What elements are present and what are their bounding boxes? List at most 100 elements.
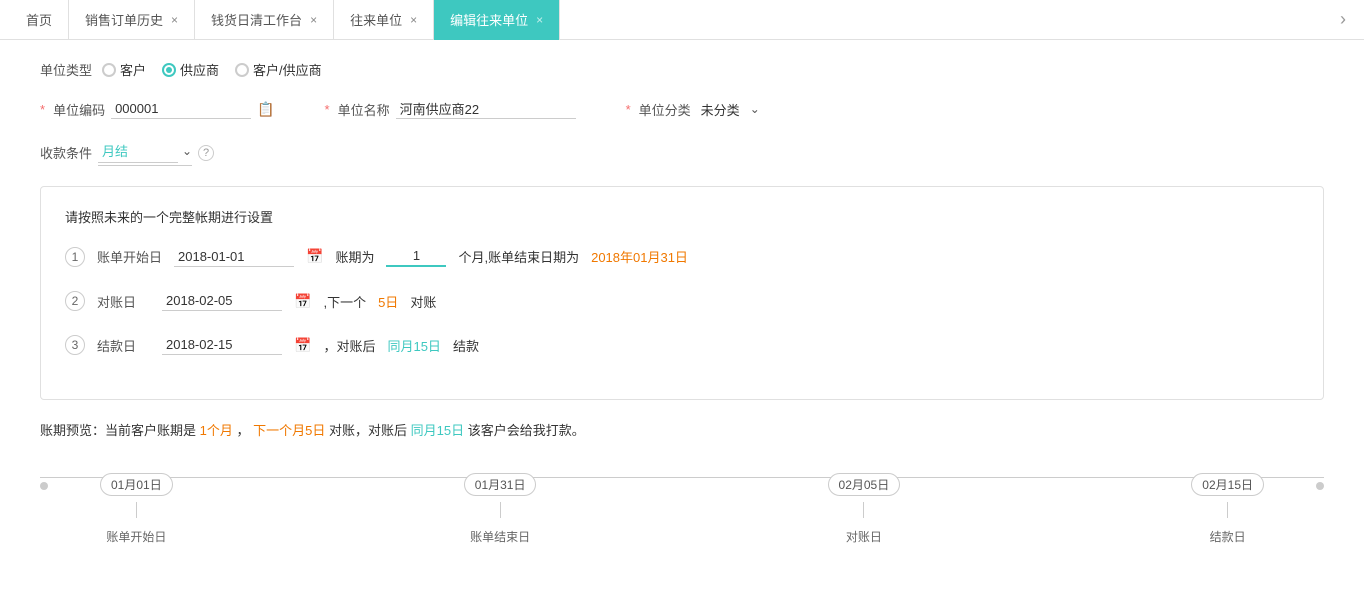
- main-content: 单位类型 客户 供应商 客户/供应商 * 单位编码 📋 *: [0, 40, 1364, 608]
- step-2-calendar-icon[interactable]: 📅: [294, 293, 311, 310]
- unit-info-row: * 单位编码 📋 * 单位名称 * 单位分类 未分类 ⌄: [40, 99, 1324, 119]
- unit-name-star: *: [325, 102, 330, 117]
- payment-terms-value[interactable]: 月结: [98, 139, 178, 163]
- timeline-item-2: 01月31日 账单结束日: [464, 473, 537, 545]
- copy-icon[interactable]: 📋: [257, 101, 274, 118]
- timeline-item-3: 02月05日 对账日: [828, 473, 901, 545]
- step-1-label: 账单开始日: [97, 247, 162, 266]
- timeline-badge-3: 02月05日: [828, 473, 901, 496]
- unit-name-input[interactable]: [396, 99, 576, 119]
- help-icon[interactable]: ?: [198, 145, 214, 161]
- radio-circle-customer: [102, 63, 116, 77]
- unit-code-label: 单位编码: [53, 100, 105, 119]
- tab-bar: 首页 销售订单历史 × 钱货日清工作台 × 往来单位 × 编辑往来单位 × ›: [0, 0, 1364, 40]
- tab-sales-order-history[interactable]: 销售订单历史 ×: [69, 0, 195, 40]
- step-2-num: 2: [65, 291, 85, 311]
- timeline-items: 01月01日 账单开始日 01月31日 账单结束日 02月05日 对账日 02月…: [40, 473, 1324, 545]
- radio-customer[interactable]: 客户: [102, 60, 146, 79]
- tab-home[interactable]: 首页: [10, 0, 69, 40]
- step-1-calendar-icon[interactable]: 📅: [306, 248, 323, 265]
- close-tab-partner[interactable]: ×: [410, 13, 417, 27]
- preview-sep1: ，: [237, 423, 250, 438]
- timeline-end-dot: [1316, 482, 1324, 490]
- timeline-sub-1: 账单开始日: [106, 528, 166, 545]
- step-2-desc-suffix: 对账: [410, 292, 436, 311]
- step-3-date-input[interactable]: [162, 335, 282, 355]
- timeline-sub-3: 对账日: [846, 528, 882, 545]
- unit-type-field: 单位类型: [40, 60, 92, 79]
- tab-cash-ledger[interactable]: 钱货日清工作台 ×: [195, 0, 334, 40]
- unit-name-label: 单位名称: [338, 100, 390, 119]
- timeline-badge-1: 01月01日: [100, 473, 173, 496]
- step-1-row: 1 账单开始日 📅 账期为 个月,账单结束日期为 2018年01月31日: [65, 246, 1299, 267]
- step-3-desc-suffix: 结款: [453, 336, 479, 355]
- timeline-tick-1: [136, 502, 137, 518]
- unit-category-value: 未分类: [701, 100, 740, 119]
- timeline-start-dot: [40, 482, 48, 490]
- radio-both[interactable]: 客户/供应商: [235, 60, 322, 79]
- unit-type-label: 单位类型: [40, 60, 92, 79]
- payment-terms-chevron[interactable]: ⌄: [182, 144, 192, 158]
- unit-category-star: *: [626, 102, 631, 117]
- step-1-end-date: 2018年01月31日: [591, 247, 688, 266]
- preview-suffix: 该客户会给我打款。: [468, 423, 585, 438]
- unit-category-field: * 单位分类 未分类 ⌄: [626, 100, 760, 119]
- preview-part3: 同月15日: [411, 423, 464, 438]
- step-1-month-input[interactable]: [386, 246, 446, 267]
- timeline-item-1: 01月01日 账单开始日: [100, 473, 173, 545]
- step-3-label: 结款日: [97, 336, 136, 355]
- close-tab-cash[interactable]: ×: [310, 13, 317, 27]
- timeline-sub-4: 结款日: [1210, 528, 1246, 545]
- tab-partner-units[interactable]: 往来单位 ×: [334, 0, 434, 40]
- unit-category-label: 单位分类: [639, 100, 691, 119]
- timeline-tick-4: [1227, 502, 1228, 518]
- tab-edit-partner[interactable]: 编辑往来单位 ×: [434, 0, 560, 40]
- timeline-tick-2: [500, 502, 501, 518]
- unit-type-row: 单位类型 客户 供应商 客户/供应商: [40, 60, 1324, 79]
- timeline: 01月01日 账单开始日 01月31日 账单结束日 02月05日 对账日 02月…: [40, 463, 1324, 575]
- unit-category-chevron[interactable]: ⌄: [750, 102, 760, 116]
- radio-supplier[interactable]: 供应商: [162, 60, 219, 79]
- step-3-row: 3 结款日 📅 ，对账后 同月15日 结款: [65, 335, 1299, 355]
- radio-label-supplier: 供应商: [180, 60, 219, 79]
- radio-group: 客户 供应商 客户/供应商: [102, 60, 322, 79]
- preview-part2: 下一个月5日: [253, 423, 325, 438]
- timeline-badge-4: 02月15日: [1191, 473, 1264, 496]
- step-3-calendar-icon[interactable]: 📅: [294, 337, 311, 354]
- timeline-sub-2: 账单结束日: [470, 528, 530, 545]
- radio-circle-supplier: [162, 63, 176, 77]
- step-2-highlight: 5日: [378, 292, 398, 311]
- billing-section: 请按照未来的一个完整帐期进行设置 1 账单开始日 📅 账期为 个月,账单结束日期…: [40, 186, 1324, 400]
- step-2-row: 2 对账日 📅 ,下一个 5日 对账: [65, 291, 1299, 311]
- payment-terms-row: 收款条件 月结 ⌄ ?: [40, 139, 1324, 166]
- preview-text: 账期预览：当前客户账期是 1个月 ， 下一个月5日 对账，对账后 同月15日 该…: [40, 420, 1324, 439]
- preview-label: 账期预览：当前客户账期是: [40, 423, 196, 438]
- preview-sep2: 对账，对账后: [329, 423, 407, 438]
- radio-label-both: 客户/供应商: [253, 60, 322, 79]
- payment-terms-field: 收款条件 月结 ⌄ ?: [40, 139, 214, 166]
- timeline-item-4: 02月15日 结款日: [1191, 473, 1264, 545]
- step-2-date-input[interactable]: [162, 291, 282, 311]
- unit-name-field: * 单位名称: [325, 99, 576, 119]
- step-3-num: 3: [65, 335, 85, 355]
- preview-part1: 1个月: [200, 423, 233, 438]
- step-1-date-input[interactable]: [174, 247, 294, 267]
- step-3-desc-prefix: ，对账后: [323, 336, 375, 355]
- radio-circle-both: [235, 63, 249, 77]
- timeline-badge-2: 01月31日: [464, 473, 537, 496]
- unit-code-input[interactable]: [111, 99, 251, 119]
- step-3-highlight: 同月15日: [387, 336, 440, 355]
- step-1-desc-prefix: 账期为: [335, 247, 374, 266]
- step-1-desc-suffix: 个月,账单结束日期为: [458, 247, 579, 266]
- tab-more-button[interactable]: ›: [1332, 9, 1354, 30]
- payment-terms-label: 收款条件: [40, 143, 92, 162]
- step-1-num: 1: [65, 247, 85, 267]
- payment-terms-dropdown[interactable]: 月结 ⌄: [98, 139, 192, 166]
- radio-label-customer: 客户: [120, 60, 146, 79]
- timeline-tick-3: [863, 502, 864, 518]
- step-2-desc-prefix: ,下一个: [323, 292, 366, 311]
- close-tab-sales[interactable]: ×: [171, 13, 178, 27]
- step-2-label: 对账日: [97, 292, 136, 311]
- unit-code-field: * 单位编码 📋: [40, 99, 275, 119]
- close-tab-edit[interactable]: ×: [536, 13, 543, 27]
